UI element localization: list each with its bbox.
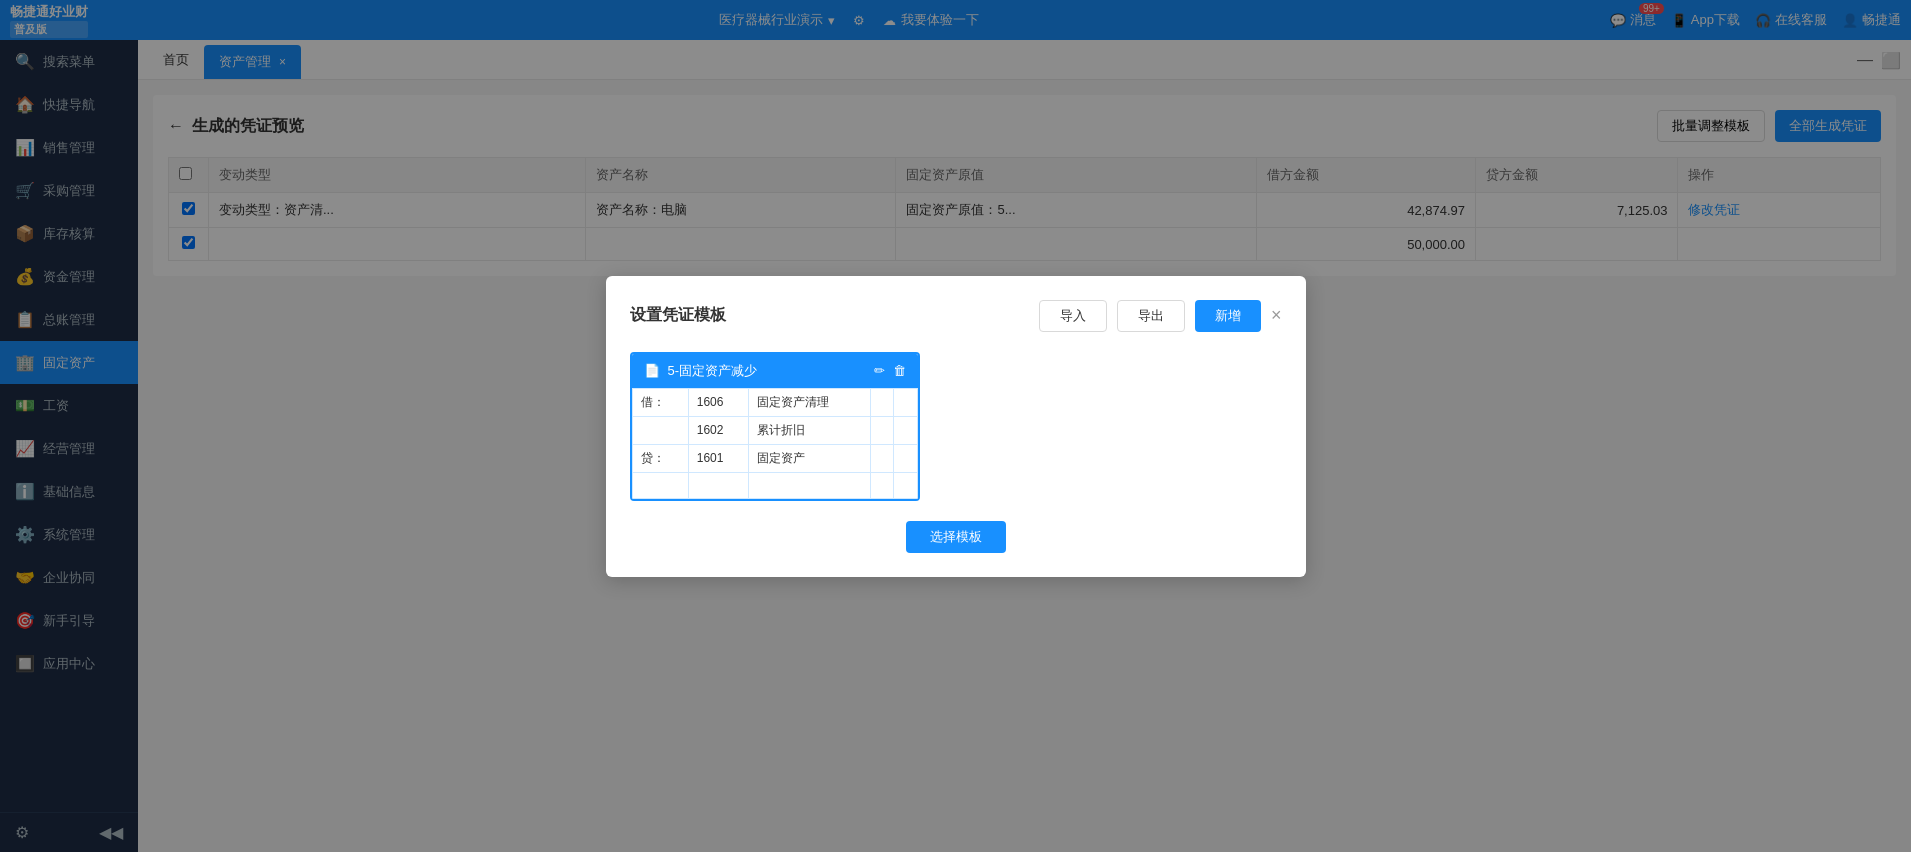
- entry-col4: [894, 444, 917, 472]
- entry-code: 1602: [688, 416, 748, 444]
- template-entry-row: 借： 1606 固定资产清理: [632, 388, 917, 416]
- entry-direction: [632, 472, 688, 498]
- export-button[interactable]: 导出: [1117, 300, 1185, 332]
- entry-name: 累计折旧: [748, 416, 870, 444]
- edit-icon[interactable]: ✏: [874, 363, 885, 378]
- modal-title: 设置凭证模板: [630, 305, 726, 326]
- template-card-header: 📄 5-固定资产减少 ✏ 🗑: [632, 354, 918, 388]
- template-entries-table: 借： 1606 固定资产清理 1602 累计折旧 贷：: [632, 388, 918, 499]
- entry-direction: [632, 416, 688, 444]
- template-card-header-actions: ✏ 🗑: [874, 363, 906, 378]
- template-card: 📄 5-固定资产减少 ✏ 🗑 借： 1606 固定资产清理: [630, 352, 920, 501]
- entry-code: [688, 472, 748, 498]
- entry-name: 固定资产清理: [748, 388, 870, 416]
- template-entry-row: [632, 472, 917, 498]
- entry-direction: 贷：: [632, 444, 688, 472]
- modal-header: 设置凭证模板 导入 导出 新增 ×: [630, 300, 1282, 332]
- modal-actions: 导入 导出 新增: [1039, 300, 1261, 332]
- template-name: 5-固定资产减少: [668, 362, 758, 380]
- select-template-button[interactable]: 选择模板: [906, 521, 1006, 553]
- entry-code: 1606: [688, 388, 748, 416]
- entry-name: 固定资产: [748, 444, 870, 472]
- template-entry-row: 1602 累计折旧: [632, 416, 917, 444]
- entry-name: [748, 472, 870, 498]
- template-entry-row: 贷： 1601 固定资产: [632, 444, 917, 472]
- entry-code: 1601: [688, 444, 748, 472]
- modal-dialog: 设置凭证模板 导入 导出 新增 × 📄 5-固定资产减少 ✏ 🗑: [606, 276, 1306, 577]
- entry-col4: [894, 472, 917, 498]
- new-button[interactable]: 新增: [1195, 300, 1261, 332]
- entry-col3: [870, 388, 893, 416]
- close-icon[interactable]: ×: [1271, 305, 1282, 326]
- entry-col3: [870, 472, 893, 498]
- import-button[interactable]: 导入: [1039, 300, 1107, 332]
- modal-overlay: 设置凭证模板 导入 导出 新增 × 📄 5-固定资产减少 ✏ 🗑: [0, 0, 1911, 852]
- entry-col4: [894, 416, 917, 444]
- entry-direction: 借：: [632, 388, 688, 416]
- delete-icon[interactable]: 🗑: [893, 363, 906, 378]
- entry-col3: [870, 416, 893, 444]
- entry-col3: [870, 444, 893, 472]
- template-icon: 📄: [644, 363, 660, 378]
- entry-col4: [894, 388, 917, 416]
- template-card-header-left: 📄 5-固定资产减少: [644, 362, 758, 380]
